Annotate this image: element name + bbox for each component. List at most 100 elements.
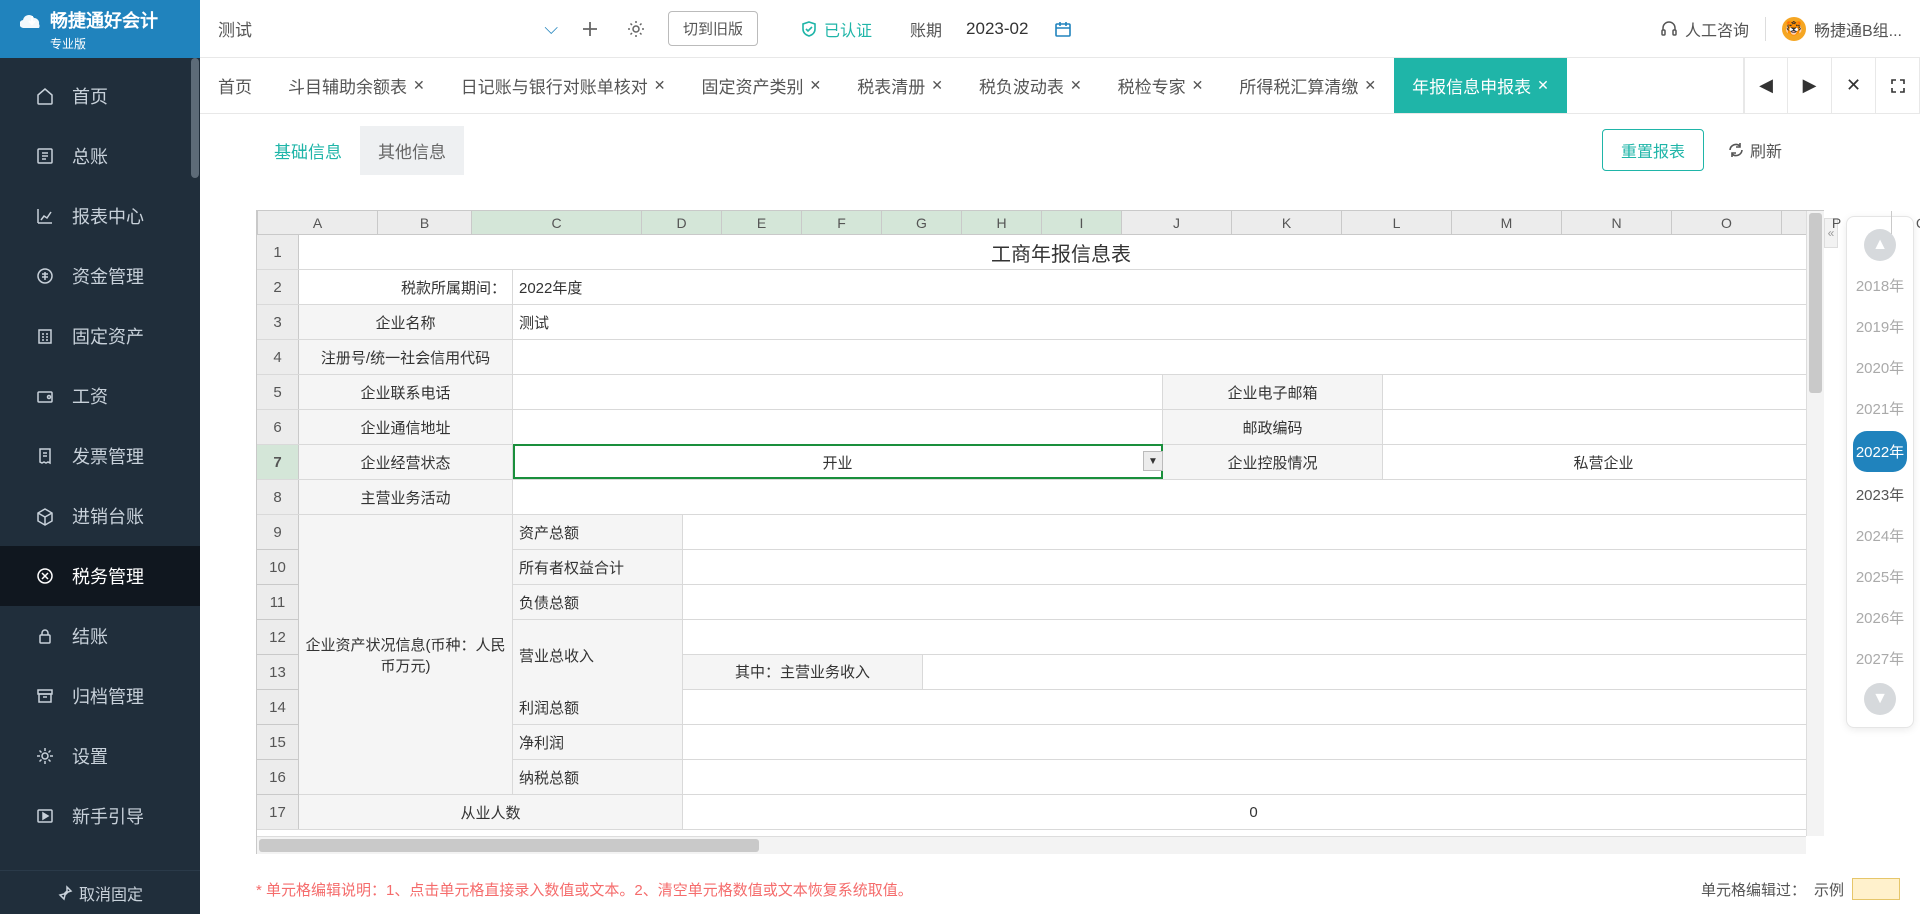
year-2019[interactable]: 2019年 [1847,306,1913,347]
tab-tax-expert[interactable]: 税检专家✕ [1100,58,1222,113]
tabs-prev[interactable]: ◀ [1744,58,1788,113]
col-H[interactable]: H [962,211,1042,234]
cell-asset-info-label[interactable]: 企业资产状况信息(币种：人民币万元) [299,515,513,795]
tab-tax-list[interactable]: 税表清册✕ [839,58,961,113]
cell-regcode-label[interactable]: 注册号/统一社会信用代码 [299,340,513,374]
nav-salary[interactable]: 工资 [0,366,200,426]
nav-home[interactable]: 首页 [0,66,200,126]
nav-fixed-assets[interactable]: 固定资产 [0,306,200,366]
settings-button[interactable] [622,15,650,43]
tab-home[interactable]: 首页 [200,58,270,113]
rowhdr-3[interactable]: 3 [257,305,299,339]
close-icon[interactable]: ✕ [654,77,666,94]
rowhdr-8[interactable]: 8 [257,480,299,514]
consult-button[interactable]: 人工咨询 [1659,17,1749,41]
nav-reports[interactable]: 报表中心 [0,186,200,246]
subtab-basic[interactable]: 基础信息 [256,126,360,175]
rowhdr-7[interactable]: 7 [257,445,299,479]
close-icon[interactable]: ✕ [1192,77,1204,94]
col-M[interactable]: M [1452,211,1562,234]
year-2026[interactable]: 2026年 [1847,597,1913,638]
close-icon[interactable]: ✕ [1364,77,1376,94]
year-2022[interactable]: 2022年 [1853,431,1907,472]
nav-tax[interactable]: 税务管理 [0,546,200,606]
tabs-close-all[interactable]: ✕ [1832,58,1876,113]
cell-regcode-value[interactable] [513,340,1824,374]
year-2025[interactable]: 2025年 [1847,556,1913,597]
rowhdr-4[interactable]: 4 [257,340,299,374]
refresh-button[interactable]: 刷新 [1728,138,1782,162]
cell-ofwhich-label[interactable]: 其中：主营业务收入 [683,655,923,690]
reset-report-button[interactable]: 重置报表 [1602,129,1704,171]
col-L[interactable]: L [1342,211,1452,234]
cell-net-profit-value[interactable] [683,725,1824,759]
tab-fixed-asset-cat[interactable]: 固定资产类别✕ [683,58,839,113]
col-N[interactable]: N [1562,211,1672,234]
rowhdr-9[interactable]: 9 [257,515,299,550]
cell-company-name-value[interactable]: 测试 [513,305,1824,339]
cell-total-liab-value[interactable] [683,585,1824,619]
nav-settings[interactable]: 设置 [0,726,200,786]
cell-ofwhich-value[interactable] [923,655,1824,690]
subtab-other[interactable]: 其他信息 [360,126,464,175]
rowhdr-1[interactable]: 1 [257,235,299,269]
rowhdr-14[interactable]: 14 [257,690,299,725]
unpin-sidebar[interactable]: 取消固定 [0,870,200,914]
col-G[interactable]: G [882,211,962,234]
year-2027[interactable]: 2027年 [1847,638,1913,679]
tab-aux-balance[interactable]: 斗目辅助余额表✕ [270,58,443,113]
cell-phone-label[interactable]: 企业联系电话 [299,375,513,409]
cell-employees-value[interactable]: 0 [683,795,1824,829]
rowhdr-15[interactable]: 15 [257,725,299,760]
col-J[interactable]: J [1122,211,1232,234]
cell-period-value[interactable]: 2022年度 [513,270,1824,304]
close-icon[interactable]: ✕ [1537,77,1549,94]
cell-status-label[interactable]: 企业经营状态 [299,445,513,479]
year-2018[interactable]: 2018年 [1847,265,1913,306]
company-selector[interactable]: 测试 ⌵ [218,12,558,46]
fullscreen-button[interactable] [1876,58,1920,113]
col-E[interactable]: E [722,211,802,234]
col-A[interactable]: A [258,211,378,234]
rowhdr-6[interactable]: 6 [257,410,299,444]
tab-journal-bank[interactable]: 日记账与银行对账单核对✕ [443,58,684,113]
rowhdr-17[interactable]: 17 [257,795,299,829]
rowhdr-2[interactable]: 2 [257,270,299,304]
col-P[interactable]: P [1782,211,1892,234]
cell-employees-label[interactable]: 从业人数 [299,795,683,829]
spreadsheet[interactable]: A B C D E F G H I J K L M N O P Q 1 工商年报… [256,210,1824,854]
rowhdr-13[interactable]: 13 [257,655,299,690]
close-icon[interactable]: ✕ [809,77,821,94]
col-I[interactable]: I [1042,211,1122,234]
horizontal-scrollbar[interactable] [257,836,1806,854]
cell-total-liab-label[interactable]: 负债总额 [513,585,683,619]
col-B[interactable]: B [378,211,472,234]
cell-period-label[interactable]: 税款所属期间： [299,270,513,304]
rowhdr-10[interactable]: 10 [257,550,299,585]
cell-total-tax-label[interactable]: 纳税总额 [513,760,683,794]
tabs-next[interactable]: ▶ [1788,58,1832,113]
col-C[interactable]: C [472,211,642,234]
cell-address-value[interactable] [513,410,1163,444]
rowhdr-5[interactable]: 5 [257,375,299,409]
nav-invoice[interactable]: 发票管理 [0,426,200,486]
cell-phone-value[interactable] [513,375,1163,409]
cell-company-name-label[interactable]: 企业名称 [299,305,513,339]
vertical-scrollbar[interactable] [1806,211,1824,836]
add-button[interactable] [576,15,604,43]
cell-status-value[interactable]: 开业 [513,445,1163,479]
nav-archive[interactable]: 归档管理 [0,666,200,726]
cell-total-profit-value[interactable] [683,690,1824,724]
cell-holding-value[interactable]: 私营企业 [1383,445,1824,479]
col-D[interactable]: D [642,211,722,234]
year-down-button[interactable]: ▼ [1864,683,1896,715]
close-icon[interactable]: ✕ [1070,77,1082,94]
year-2021[interactable]: 2021年 [1847,388,1913,429]
cell-postcode-label[interactable]: 邮政编码 [1163,410,1383,444]
rowhdr-16[interactable]: 16 [257,760,299,795]
cell-postcode-value[interactable] [1383,410,1824,444]
cell-total-tax-value[interactable] [683,760,1824,794]
col-F[interactable]: F [802,211,882,234]
rowhdr-12[interactable]: 12 [257,620,299,655]
cell-total-assets-value[interactable] [683,515,1824,549]
